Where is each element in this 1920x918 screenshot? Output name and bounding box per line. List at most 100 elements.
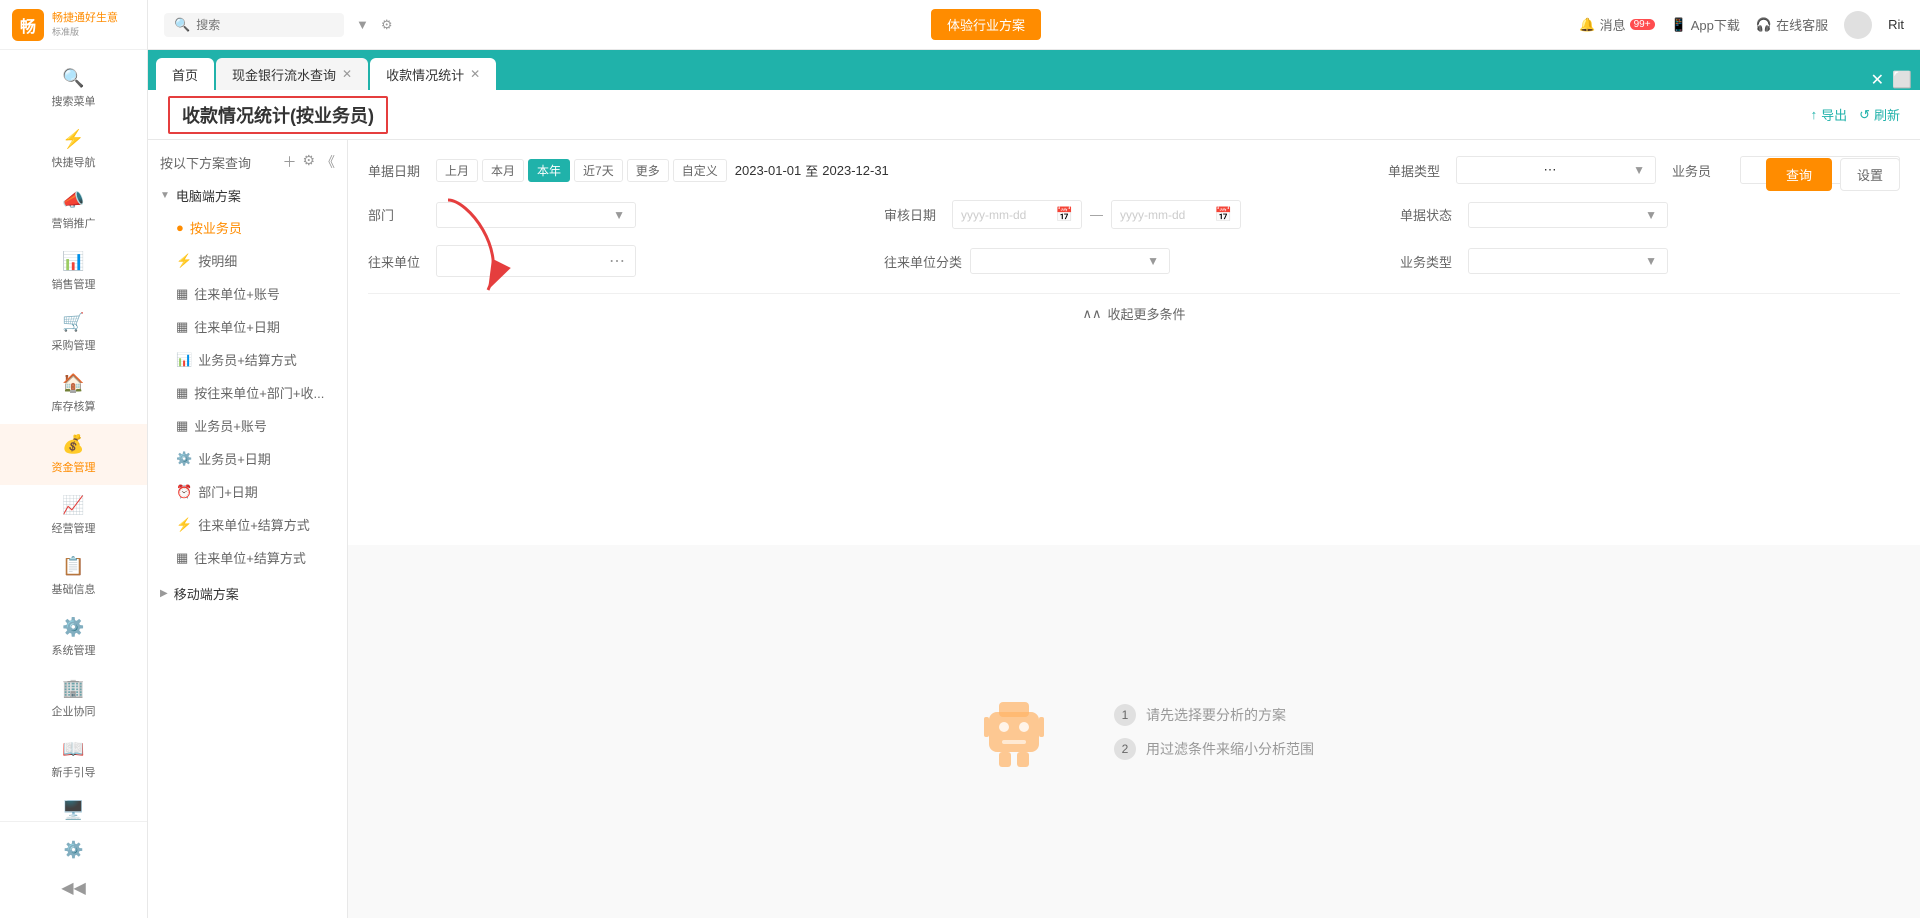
dropdown-arrow-icon[interactable]: ▼ — [356, 17, 369, 32]
sidebar-item-system[interactable]: ⚙️ 系统管理 — [0, 607, 147, 668]
logo-icon: 畅 — [12, 9, 44, 41]
sidebar-item-label: 营销推广 — [52, 215, 96, 231]
doctype-chevron: ⋯ — [1544, 162, 1557, 178]
scheme-item-partner-dept-collect[interactable]: ▦ 按往来单位+部门+收... — [148, 376, 347, 409]
message-badge: 99+ — [1630, 19, 1655, 30]
review-date-from[interactable]: yyyy-mm-dd 📅 — [952, 200, 1082, 229]
scheme-item-salesperson-date[interactable]: ⚙️ 业务员+日期 — [148, 442, 347, 475]
date-dash: — — [1090, 207, 1103, 222]
partner-select[interactable]: ⋯ — [436, 245, 636, 277]
collapse-bar[interactable]: ∧∧ 收起更多条件 — [368, 293, 1900, 333]
docstatus-select[interactable]: ▼ — [1468, 202, 1668, 228]
scheme-section-pc-title[interactable]: ▼ 电脑端方案 — [148, 180, 347, 211]
tip-text-1: 请先选择要分析的方案 — [1146, 705, 1286, 725]
scheme-item-label: 按往来单位+部门+收... — [194, 383, 324, 402]
sidebar-item-finance[interactable]: 💰 资金管理 — [0, 424, 147, 485]
messages-action[interactable]: 🔔 消息 99+ — [1579, 15, 1654, 34]
date-separator: 至 — [805, 161, 818, 180]
search-input[interactable] — [196, 18, 334, 32]
user-avatar[interactable] — [1844, 11, 1872, 39]
bank-flow-tab-close[interactable]: ✕ — [342, 67, 352, 81]
scheme-header-label: 按以下方案查询 — [160, 153, 251, 172]
headset-icon: 🎧 — [1756, 17, 1772, 33]
sidebar-item-marketing[interactable]: 📣 营销推广 — [0, 180, 147, 241]
empty-tip-1: 1 请先选择要分析的方案 — [1114, 704, 1314, 726]
sidebar-item-inventory[interactable]: 🏠 库存核算 — [0, 363, 147, 424]
scheme-item-partner-date[interactable]: ▦ 往来单位+日期 — [148, 310, 347, 343]
header-search-box[interactable]: 🔍 — [164, 13, 344, 37]
customer-service-action[interactable]: 🎧 在线客服 — [1756, 15, 1828, 34]
settings-scheme-btn[interactable]: ⚙ — [302, 152, 315, 172]
partner-more-btn[interactable]: ⋯ — [609, 251, 625, 271]
settings-btn[interactable]: 设置 — [1840, 158, 1900, 191]
filter-dept-group: 部门 ▼ — [368, 202, 868, 228]
date-btn-this-month[interactable]: 本月 — [482, 159, 524, 182]
refresh-btn[interactable]: ↺ 刷新 — [1859, 105, 1900, 124]
empty-tips: 1 请先选择要分析的方案 2 用过滤条件来缩小分析范围 — [1114, 704, 1314, 760]
empty-content: 1 请先选择要分析的方案 2 用过滤条件来缩小分析范围 — [954, 672, 1314, 792]
industry-btn[interactable]: 体验行业方案 — [931, 9, 1041, 40]
sidebar-collapse-btn[interactable]: ◀◀ — [0, 870, 147, 908]
date-btn-custom[interactable]: 自定义 — [673, 159, 727, 182]
add-scheme-btn[interactable]: ＋ — [282, 152, 296, 172]
query-btn[interactable]: 查询 — [1766, 158, 1832, 191]
empty-state: 1 请先选择要分析的方案 2 用过滤条件来缩小分析范围 — [348, 545, 1920, 918]
scheme-section-mobile-title[interactable]: ▶ 移动端方案 — [148, 578, 347, 609]
tab-window-controls: ✕ ⬜ — [1871, 70, 1920, 90]
tab-bank-flow[interactable]: 现金银行流水查询 ✕ — [216, 58, 368, 90]
collapse-icon: ∧∧ — [1082, 306, 1101, 322]
date-btn-this-year[interactable]: 本年 — [528, 159, 570, 182]
dept-select[interactable]: ▼ — [436, 202, 636, 228]
sidebar-item-label: 搜索菜单 — [52, 93, 96, 109]
date-btn-more[interactable]: 更多 — [627, 159, 669, 182]
collection-stats-tab-close[interactable]: ✕ — [470, 67, 480, 81]
filter-row-3: 往来单位 ⋯ 往来单位分类 ▼ — [368, 245, 1900, 277]
review-date-to[interactable]: yyyy-mm-dd 📅 — [1111, 200, 1241, 229]
tip-num-2: 2 — [1114, 738, 1136, 760]
scheme-item-by-detail[interactable]: ⚡ 按明细 — [148, 244, 347, 277]
settings-gear-icon[interactable]: ⚙ — [381, 17, 393, 33]
customer-service-label: 在线客服 — [1776, 15, 1828, 34]
expand-window-btn[interactable]: ⬜ — [1892, 70, 1912, 90]
user-name[interactable]: Rit — [1888, 17, 1904, 32]
sidebar-item-sales[interactable]: 📊 销售管理 — [0, 241, 147, 302]
tab-home[interactable]: 首页 — [156, 58, 214, 90]
header-center: 体验行业方案 — [931, 9, 1041, 40]
sidebar-item-operations[interactable]: 📈 经营管理 — [0, 485, 147, 546]
review-date-from-placeholder: yyyy-mm-dd — [961, 208, 1026, 222]
sidebar-item-purchase[interactable]: 🛒 采购管理 — [0, 302, 147, 363]
scheme-item-partner-account[interactable]: ▦ 往来单位+账号 — [148, 277, 347, 310]
date-range: 2023-01-01 至 2023-12-31 — [735, 161, 889, 180]
scheme-item-salesperson-settlement[interactable]: 📊 业务员+结算方式 — [148, 343, 347, 376]
scheme-item-partner-settlement2[interactable]: ▦ 往来单位+结算方式 — [148, 541, 347, 574]
app-download-action[interactable]: 📱 App下载 — [1671, 15, 1740, 34]
page-header: 收款情况统计(按业务员) ↑ 导出 ↺ 刷新 — [148, 90, 1920, 140]
sidebar-settings-btn[interactable]: ⚙️ — [0, 832, 147, 870]
review-date-to-placeholder: yyyy-mm-dd — [1120, 208, 1185, 222]
tab-collection-stats[interactable]: 收款情况统计 ✕ — [370, 58, 496, 90]
sidebar-item-search[interactable]: 🔍 搜索菜单 — [0, 58, 147, 119]
date-btn-last-month[interactable]: 上月 — [436, 159, 478, 182]
partner-category-label: 往来单位分类 — [884, 252, 962, 271]
biztype-select[interactable]: ▼ — [1468, 248, 1668, 274]
dept-label: 部门 — [368, 205, 428, 224]
sidebar-item-quick-nav[interactable]: ⚡ 快捷导航 — [0, 119, 147, 180]
scheme-item-by-salesperson[interactable]: ● 按业务员 — [148, 211, 347, 244]
export-btn[interactable]: ↑ 导出 — [1811, 105, 1848, 124]
sidebar-item-guide[interactable]: 📖 新手引导 — [0, 729, 147, 790]
salesperson-settlement-icon: 📊 — [176, 352, 192, 368]
sidebar-item-enterprise[interactable]: 🏢 企业协同 — [0, 668, 147, 729]
close-window-btn[interactable]: ✕ — [1871, 70, 1884, 90]
scheme-item-dept-date[interactable]: ⏰ 部门+日期 — [148, 475, 347, 508]
sidebar-bottom: ⚙️ ◀◀ — [0, 821, 147, 918]
scheme-item-partner-settlement1[interactable]: ⚡ 往来单位+结算方式 — [148, 508, 347, 541]
partner-category-select[interactable]: ▼ — [970, 248, 1170, 274]
scheme-item-salesperson-account[interactable]: ▦ 业务员+账号 — [148, 409, 347, 442]
date-btn-last7[interactable]: 近7天 — [574, 159, 623, 182]
collapse-scheme-btn[interactable]: 《 — [321, 152, 335, 172]
doctype-select[interactable]: ⋯ ▼ — [1456, 156, 1656, 184]
scheme-item-label: 业务员+日期 — [198, 449, 271, 468]
sidebar-item-hardware[interactable]: 🖥️ 智能硬件 — [0, 790, 147, 821]
sidebar-item-basic-info[interactable]: 📋 基础信息 — [0, 546, 147, 607]
export-label: 导出 — [1821, 105, 1847, 124]
